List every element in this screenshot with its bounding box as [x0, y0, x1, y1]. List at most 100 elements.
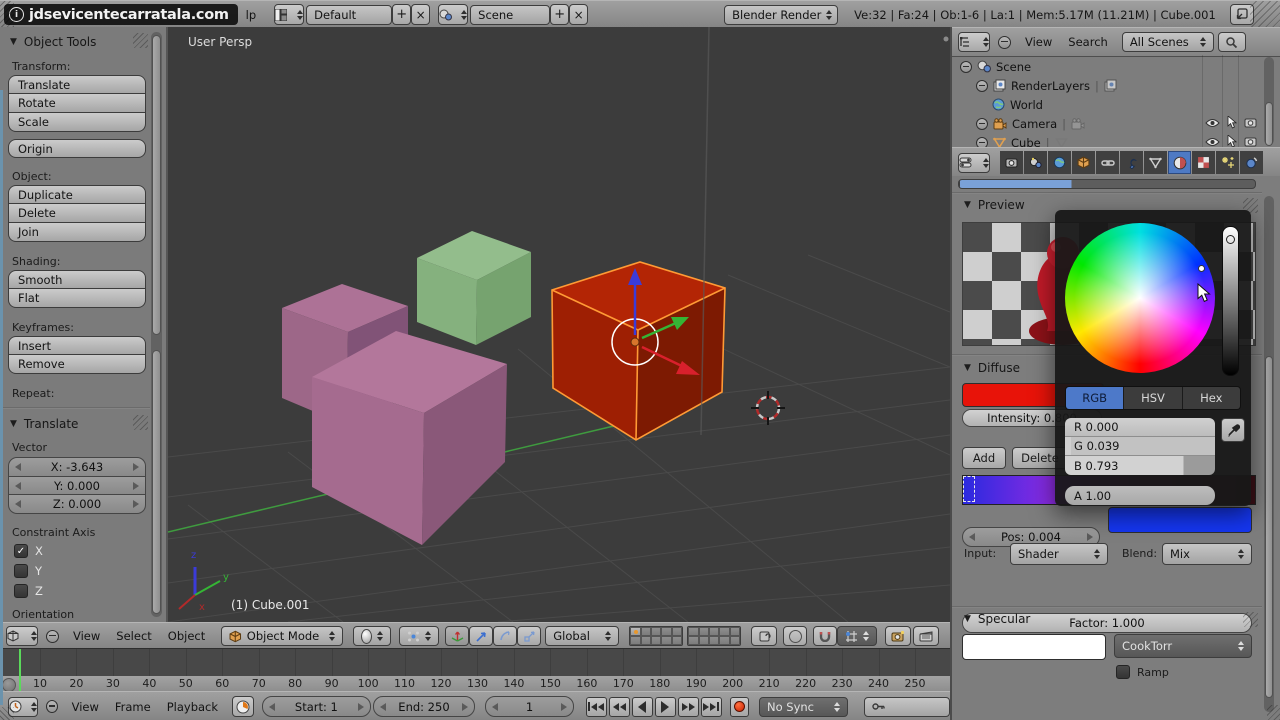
scrollbar-thumb[interactable]	[152, 350, 161, 614]
viewport-shading-select[interactable]	[353, 626, 392, 646]
expand-icon[interactable]	[976, 136, 988, 147]
pink-cube-front[interactable]	[312, 331, 507, 545]
specular-ramp-checkbox[interactable]: Ramp	[1116, 665, 1169, 679]
frame-start-field[interactable]: Start: 1	[262, 696, 371, 717]
manipulator-scale-button[interactable]	[517, 626, 542, 646]
red-slider[interactable]: R 0.000	[1065, 418, 1215, 437]
object-menu[interactable]: Object	[160, 629, 213, 643]
constraint-y-checkbox[interactable]: Y	[14, 564, 42, 578]
duplicate-button[interactable]: Duplicate	[8, 185, 146, 204]
play-reverse-button[interactable]	[631, 696, 653, 717]
lock-to-scene-button[interactable]	[751, 626, 778, 646]
layer-cell[interactable]	[630, 627, 641, 636]
menu-help-remnant[interactable]: lp	[238, 8, 265, 22]
constraint-z-checkbox[interactable]: Z	[14, 584, 43, 598]
preview-panel-header[interactable]: ▼ Preview	[964, 198, 1025, 212]
tab-world[interactable]	[1048, 151, 1071, 174]
keying-set-field[interactable]	[864, 696, 950, 717]
layout-close-button[interactable]: ×	[411, 4, 431, 25]
selectability-cursor-icon[interactable]	[1227, 135, 1237, 147]
layer-cell[interactable]	[709, 627, 720, 636]
renderability-camera-icon[interactable]	[1244, 136, 1258, 147]
jump-to-end-button[interactable]	[700, 696, 722, 717]
snap-toggle-button[interactable]	[813, 626, 838, 646]
layer-cell[interactable]	[671, 636, 683, 645]
layer-cell[interactable]	[640, 627, 652, 636]
layer-cell[interactable]	[719, 627, 730, 636]
transform-orientation-select[interactable]: Global	[545, 626, 620, 646]
scene-browse-button[interactable]	[438, 4, 469, 25]
screen-layout-name-field[interactable]: Default	[306, 4, 393, 25]
flat-button[interactable]: Flat	[8, 289, 146, 308]
panel-grip[interactable]	[133, 33, 148, 48]
translate-button[interactable]: Translate	[8, 75, 146, 94]
manipulator-translate-button[interactable]	[469, 626, 494, 646]
renderability-camera-icon[interactable]	[1244, 117, 1258, 128]
ramp-add-button[interactable]: Add	[962, 447, 1006, 469]
toolshelf-scrollbar[interactable]	[151, 32, 162, 617]
origin-button[interactable]: Origin	[8, 139, 146, 158]
display-filter-select[interactable]: All Scenes	[1121, 32, 1214, 52]
panel-grip[interactable]	[133, 415, 148, 430]
tab-scene[interactable]	[1024, 151, 1047, 174]
layer-cell[interactable]	[698, 627, 710, 636]
search-menu[interactable]: Search	[1060, 35, 1116, 49]
collapse-menus-button[interactable]	[998, 35, 1011, 49]
ramp-stop-selected[interactable]	[963, 476, 975, 502]
tab-material[interactable]	[1168, 151, 1191, 174]
timeline-area[interactable]	[0, 648, 950, 676]
render-still-button[interactable]	[885, 626, 912, 646]
rotate-button[interactable]: Rotate	[8, 94, 146, 113]
collapse-menus-button[interactable]	[45, 700, 58, 713]
tab-object[interactable]	[1072, 151, 1095, 174]
play-button[interactable]	[654, 696, 676, 717]
properties-scrollbar[interactable]	[1264, 196, 1274, 712]
layer-cell[interactable]	[709, 636, 720, 645]
insert-keyframe-button[interactable]: Insert	[8, 336, 146, 355]
tab-rgb[interactable]: RGB	[1066, 387, 1125, 409]
select-menu[interactable]: Select	[108, 629, 159, 643]
visibility-eye-icon[interactable]	[1205, 137, 1220, 147]
join-button[interactable]: Join	[8, 223, 146, 242]
editor-type-button[interactable]	[958, 32, 990, 52]
color-wheel[interactable]	[1065, 223, 1215, 373]
current-frame-line[interactable]	[19, 649, 21, 691]
timeline-ruler[interactable]: 10 20 30 40 50 60 70 80 90 100 110 120 130 140 150 160 1…	[0, 676, 950, 691]
expand-icon[interactable]	[976, 117, 988, 130]
scrollbar-thumb[interactable]	[152, 35, 161, 335]
vector-x-field[interactable]: X: -3.643	[8, 457, 146, 476]
collapse-menus-button[interactable]	[46, 629, 59, 643]
outliner-row-renderlayers[interactable]: RenderLayers |	[976, 76, 1260, 95]
tab-constraints[interactable]	[1096, 151, 1119, 174]
object-tools-panel-header[interactable]: ▼ Object Tools	[10, 35, 96, 49]
ramp-input-select[interactable]: Shader	[1010, 543, 1108, 565]
scrollbar-thumb[interactable]	[1265, 102, 1273, 146]
view-menu[interactable]: View	[1017, 35, 1060, 49]
viewport-3d[interactable]: z y x User Persp (1) Cube.001	[168, 27, 950, 622]
green-cube[interactable]	[417, 231, 531, 345]
tab-modifiers[interactable]	[1120, 151, 1143, 174]
layer-cell[interactable]	[671, 627, 683, 636]
expand-icon[interactable]	[960, 60, 972, 73]
specular-panel-header[interactable]: ▼ Specular	[964, 612, 1030, 626]
value-slider[interactable]	[1222, 226, 1239, 376]
eyedropper-button[interactable]	[1221, 418, 1245, 442]
scale-button[interactable]: Scale	[8, 113, 146, 132]
layout-add-button[interactable]: +	[392, 4, 412, 25]
manipulator-toggle-button[interactable]	[445, 626, 470, 646]
layer-cell[interactable]	[719, 636, 730, 645]
visibility-eye-icon[interactable]	[1205, 118, 1220, 128]
red-cube-selected[interactable]	[551, 261, 726, 441]
layer-cell[interactable]	[661, 627, 672, 636]
render-engine-select[interactable]: Blender Render	[724, 4, 839, 25]
sync-mode-select[interactable]: No Sync	[758, 696, 849, 717]
outliner-scrollbar[interactable]	[1264, 57, 1274, 146]
time-icon-button[interactable]	[232, 696, 255, 717]
specular-shader-select[interactable]: CookTorr	[1114, 634, 1252, 658]
ramp-stop-color-swatch[interactable]	[1108, 507, 1252, 533]
ramp-blend-select[interactable]: Mix	[1162, 543, 1252, 565]
scene-close-button[interactable]: ×	[569, 4, 589, 25]
editor-type-button[interactable]	[6, 626, 38, 646]
wheel-marker[interactable]	[1198, 265, 1205, 272]
vector-z-field[interactable]: Z: 0.000	[8, 495, 146, 514]
